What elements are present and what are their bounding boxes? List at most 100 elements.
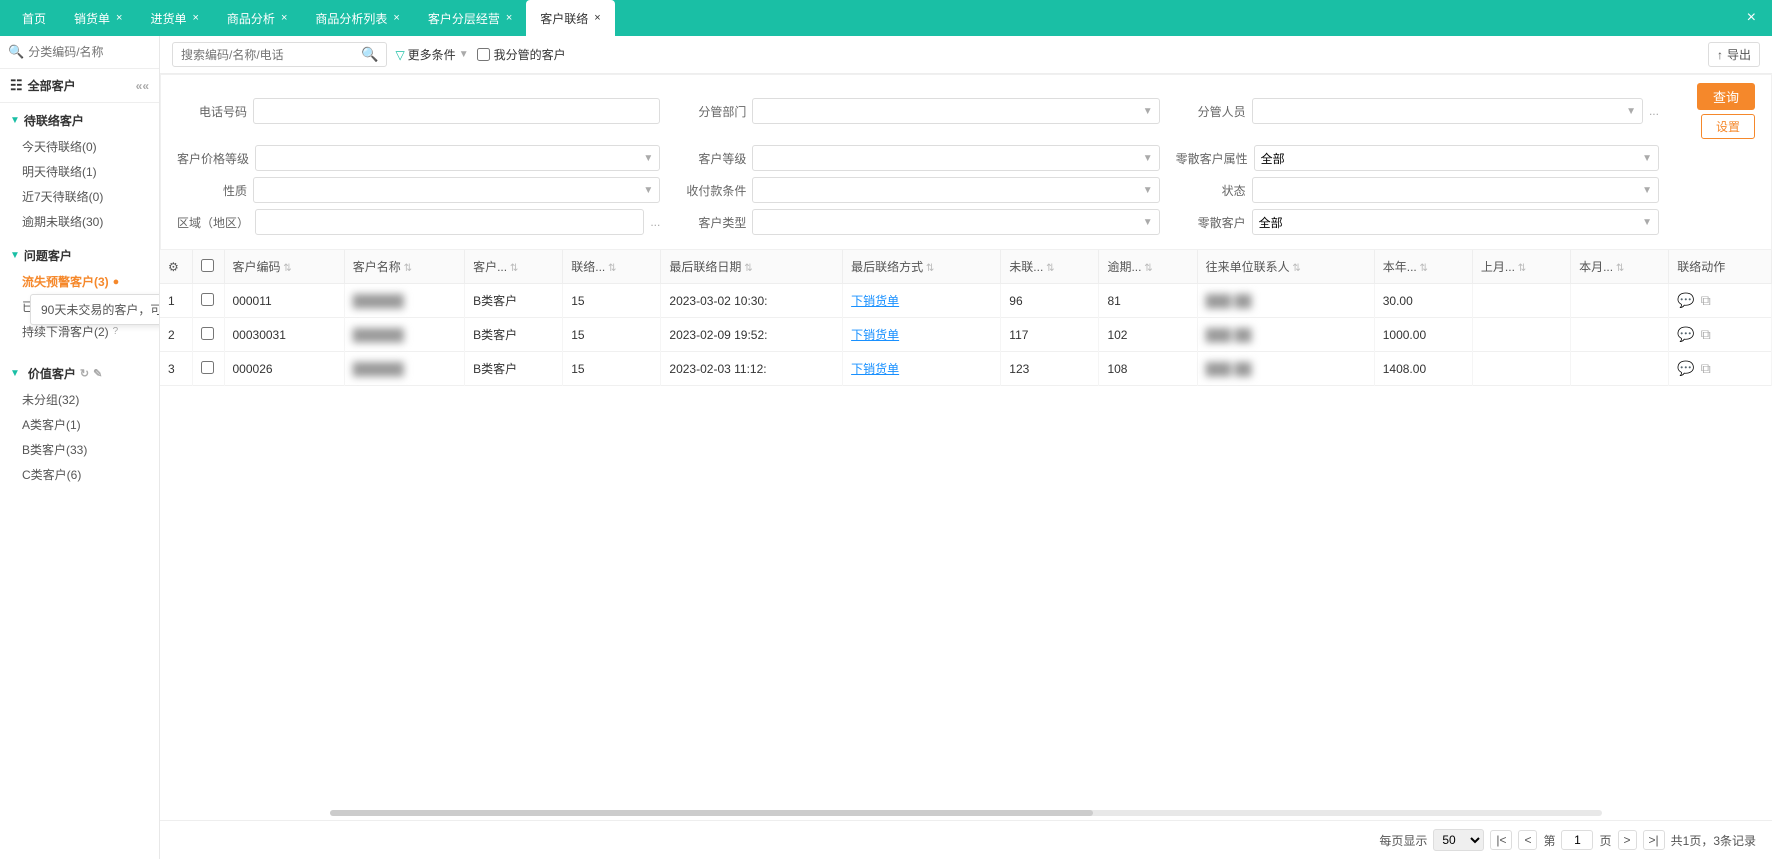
sidebar-item-class-b[interactable]: B类客户(33) — [0, 437, 159, 462]
row-last-method-3[interactable]: 下销货单 — [843, 352, 1001, 386]
per-page-select[interactable]: 50 100 200 — [1433, 829, 1484, 851]
window-close-button[interactable]: × — [1739, 9, 1764, 27]
last-page-button[interactable]: >| — [1643, 830, 1665, 850]
filter-input-phone[interactable] — [253, 98, 660, 124]
action-chat-icon-3[interactable]: 💬 — [1677, 360, 1694, 377]
table-header-type[interactable]: 客户... — [465, 250, 563, 284]
more-filter-button[interactable]: ▽ 更多条件 ▼ — [395, 46, 468, 63]
search-button[interactable]: 🔍 — [361, 46, 378, 63]
table-header-unlinked[interactable]: 未联... — [1001, 250, 1099, 284]
next-page-button[interactable]: > — [1618, 830, 1637, 850]
filter-select-customer-level[interactable]: ▼ — [752, 145, 1159, 171]
sidebar-item-overdue[interactable]: 逾期未联络(30) — [0, 209, 159, 234]
table-header-settings[interactable]: ⚙ — [160, 250, 192, 284]
scrollbar-thumb[interactable] — [330, 810, 1093, 816]
table-header-last-month[interactable]: 上月... — [1472, 250, 1570, 284]
tab-close-customer-contact[interactable]: × — [594, 12, 600, 24]
row-this-year-2: 1000.00 — [1374, 318, 1472, 352]
action-grid-icon-3[interactable]: ⧉ — [1701, 360, 1711, 377]
row-check-2[interactable] — [201, 327, 214, 340]
filter-more-person[interactable]: ... — [1649, 104, 1659, 118]
table-header-contact-count[interactable]: 联络... — [563, 250, 661, 284]
query-button[interactable]: 查询 — [1697, 83, 1755, 110]
select-all-checkbox[interactable] — [201, 259, 214, 272]
first-page-button[interactable]: |< — [1490, 830, 1512, 850]
table-header-code[interactable]: 客户编码 — [224, 250, 344, 284]
row-check-3[interactable] — [201, 361, 214, 374]
tab-customer-contact[interactable]: 客户联络 × — [526, 0, 614, 36]
settings-icon[interactable]: ⚙ — [168, 260, 179, 274]
row-checkbox-1[interactable] — [192, 284, 224, 318]
filter-select-customer-type[interactable]: ▼ — [752, 209, 1159, 235]
row-check-1[interactable] — [201, 293, 214, 306]
export-button[interactable]: ↑ 导出 — [1708, 42, 1760, 67]
filter-select-person[interactable]: ▼ — [1252, 98, 1643, 124]
content-area: 🔍 ▽ 更多条件 ▼ 我分管的客户 ↑ 导出 — [160, 36, 1772, 859]
row-checkbox-2[interactable] — [192, 318, 224, 352]
sidebar-item-today[interactable]: 今天待联络(0) — [0, 134, 159, 159]
row-checkbox-3[interactable] — [192, 352, 224, 386]
my-customers-checkbox-input[interactable] — [477, 48, 490, 61]
sidebar-item-class-a[interactable]: A类客户(1) — [0, 412, 159, 437]
action-grid-icon-2[interactable]: ⧉ — [1701, 326, 1711, 343]
action-chat-icon-1[interactable]: 💬 — [1677, 292, 1694, 309]
filter-select-payment[interactable]: ▼ — [752, 177, 1159, 203]
tab-sales-order[interactable]: 销货单 × — [60, 0, 136, 36]
settings-button[interactable]: 设置 — [1701, 114, 1755, 139]
tab-close-sales-order[interactable]: × — [116, 12, 122, 24]
sidebar-item-7days[interactable]: 近7天待联络(0) — [0, 184, 159, 209]
table-header-overdue[interactable]: 逾期... — [1099, 250, 1197, 284]
chevron-person: ▼ — [1626, 106, 1636, 117]
table-header-last-contact-date[interactable]: 最后联络日期 — [661, 250, 843, 284]
action-grid-icon-1[interactable]: ⧉ — [1701, 292, 1711, 309]
filter-select-sparse-attr[interactable]: 全部 ▼ — [1254, 145, 1659, 171]
table-header-this-year[interactable]: 本年... — [1374, 250, 1472, 284]
tab-product-analysis[interactable]: 商品分析 × — [213, 0, 301, 36]
tab-close-purchase-order[interactable]: × — [192, 12, 198, 24]
table-header-last-contact-method[interactable]: 最后联络方式 — [843, 250, 1001, 284]
filter-select-region[interactable] — [255, 209, 644, 235]
prev-page-button[interactable]: < — [1518, 830, 1537, 850]
filter-select-price-level[interactable]: ▼ — [255, 145, 660, 171]
filter-select-status[interactable]: ▼ — [1252, 177, 1659, 203]
sidebar-group-title-value[interactable]: ▼ 价值客户 ↻ ✎ — [0, 360, 159, 387]
filter-select-sparse-customer[interactable]: 全部 ▼ — [1252, 209, 1659, 235]
chevron-dept: ▼ — [1143, 106, 1153, 117]
row-last-method-1[interactable]: 下销货单 — [843, 284, 1001, 318]
row-index-2: 2 — [160, 318, 192, 352]
sidebar-item-unclassified[interactable]: 未分组(32) — [0, 387, 159, 412]
scrollbar-track[interactable] — [330, 810, 1602, 816]
refresh-icon[interactable]: ↻ — [80, 367, 89, 380]
horizontal-scrollbar[interactable] — [160, 806, 1772, 820]
sidebar-search-input[interactable] — [28, 45, 151, 59]
my-customers-checkbox[interactable]: 我分管的客户 — [477, 46, 566, 63]
tab-home[interactable]: 首页 — [8, 0, 60, 36]
tab-product-analysis-list[interactable]: 商品分析列表 × — [301, 0, 413, 36]
filter-select-nature[interactable]: ▼ — [253, 177, 660, 203]
table-header-contact-person[interactable]: 往来单位联系人 — [1197, 250, 1374, 284]
filter-select-dept[interactable]: ▼ — [752, 98, 1159, 124]
sidebar-item-churn-warning[interactable]: 流失预警客户(3) ● — [0, 269, 159, 294]
sidebar-group-title-pending[interactable]: ▼ 待联络客户 — [0, 107, 159, 134]
sidebar-item-class-c[interactable]: C类客户(6) — [0, 462, 159, 487]
filter-cell-sparse-customer: 零散客户 全部 ▼ — [1176, 209, 1675, 235]
filter-more-region[interactable]: ... — [650, 215, 660, 229]
tab-customer-segmentation[interactable]: 客户分层经营 × — [414, 0, 526, 36]
sidebar-group-title-problem[interactable]: ▼ 问题客户 — [0, 242, 159, 269]
table-header-checkbox[interactable] — [192, 250, 224, 284]
sidebar-all-customers[interactable]: ☷ 全部客户 «« — [0, 69, 159, 103]
tab-close-product-analysis[interactable]: × — [281, 12, 287, 24]
table-header-name[interactable]: 客户名称 — [344, 250, 464, 284]
tab-close-product-analysis-list[interactable]: × — [393, 12, 399, 24]
sidebar-item-tomorrow[interactable]: 明天待联络(1) — [0, 159, 159, 184]
table-header-this-month[interactable]: 本月... — [1571, 250, 1669, 284]
edit-icon[interactable]: ✎ — [93, 367, 102, 380]
row-last-method-2[interactable]: 下销货单 — [843, 318, 1001, 352]
tab-close-customer-segmentation[interactable]: × — [506, 12, 512, 24]
tab-purchase-order[interactable]: 进货单 × — [136, 0, 212, 36]
sidebar-search-area: 🔍 — [0, 36, 159, 69]
row-this-month-1 — [1571, 284, 1669, 318]
action-chat-icon-2[interactable]: 💬 — [1677, 326, 1694, 343]
search-input[interactable] — [181, 48, 361, 62]
page-number-input[interactable] — [1561, 830, 1593, 850]
